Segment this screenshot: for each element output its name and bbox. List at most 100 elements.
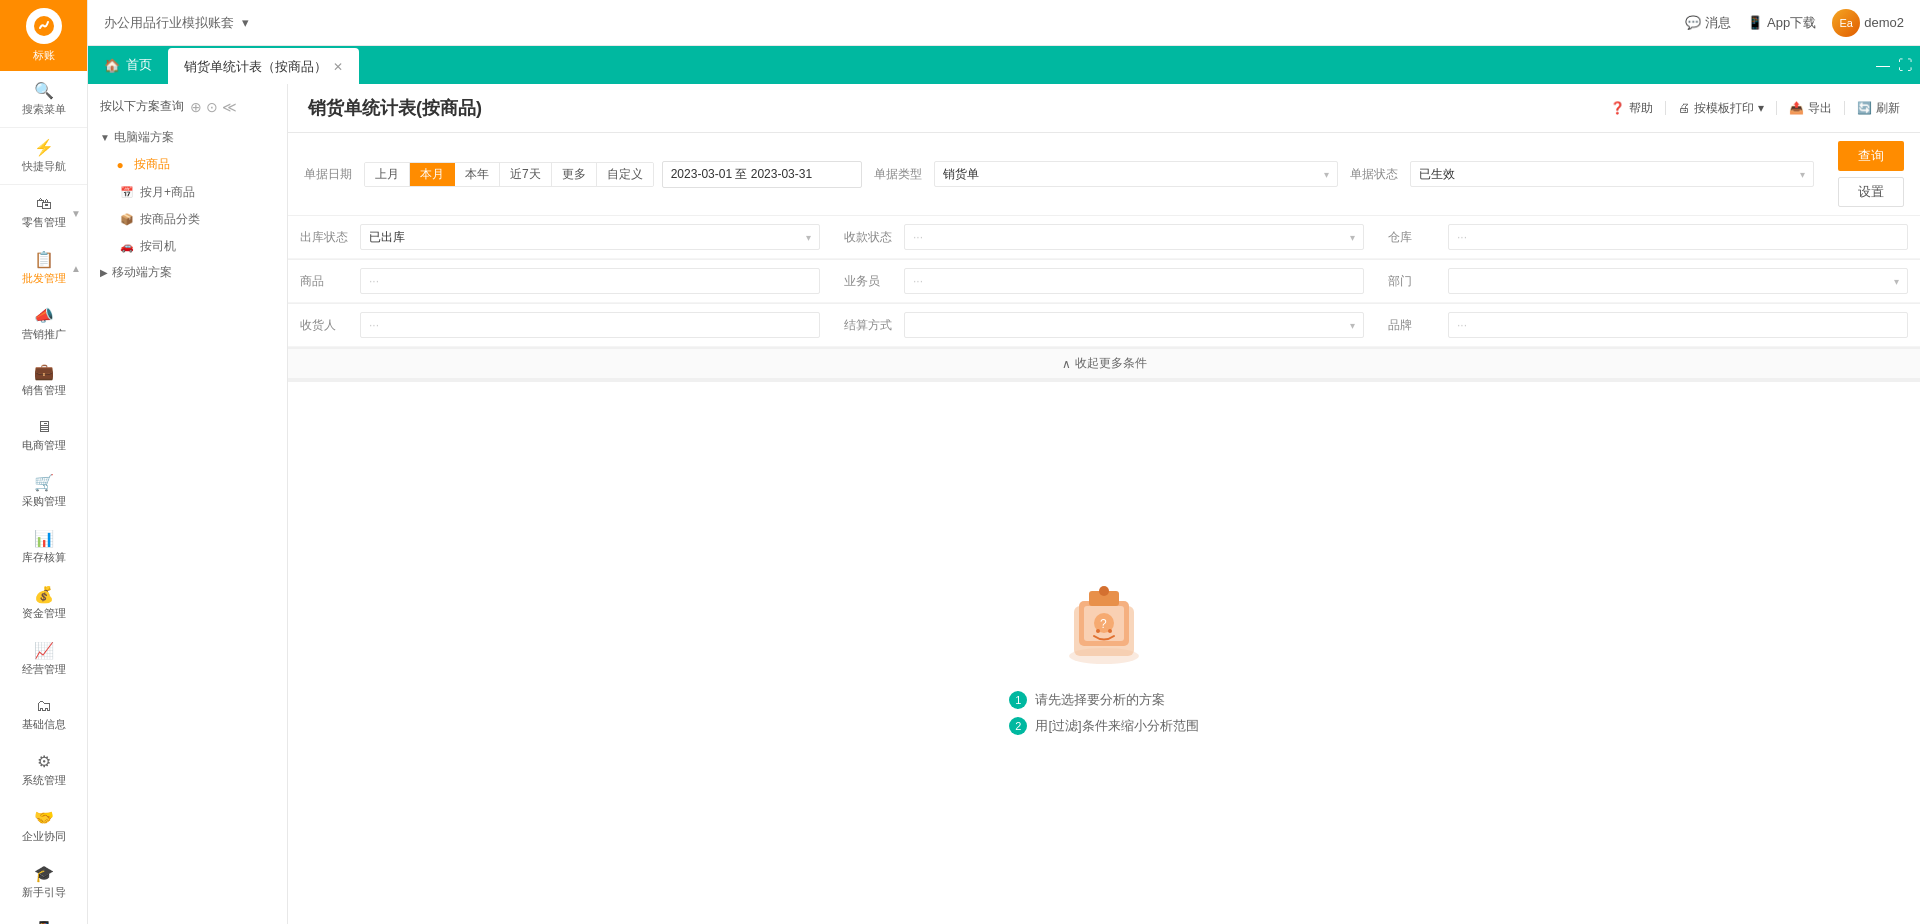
sidebar-item-operations[interactable]: 📈 经营管理 [0, 631, 87, 687]
date-this-month[interactable]: 本月 [410, 163, 455, 186]
user-name: demo2 [1864, 15, 1904, 30]
staff-input[interactable]: ··· [904, 268, 1364, 294]
export-btn[interactable]: 📤 导出 [1789, 100, 1832, 117]
divider3 [1844, 101, 1845, 115]
print-dropdown-arrow: ▾ [1758, 101, 1764, 115]
app-download-btn[interactable]: 📱 App下载 [1747, 14, 1816, 32]
sales-icon: 💼 [34, 362, 54, 381]
date-last-month[interactable]: 上月 [365, 163, 410, 186]
date-this-year[interactable]: 本年 [455, 163, 500, 186]
guide-icon: 🎓 [34, 864, 54, 883]
sidebar-item-retail[interactable]: 🛍 零售管理 ▼ [0, 185, 87, 240]
inventory-icon: 📊 [34, 529, 54, 548]
mobile-section-title[interactable]: ▶ 移动端方案 [88, 260, 287, 285]
staff-dots: ··· [913, 274, 923, 288]
sidebar-item-guide[interactable]: 🎓 新手引导 [0, 854, 87, 910]
user-menu[interactable]: Ea demo2 [1832, 9, 1904, 37]
ecommerce-label: 电商管理 [22, 438, 66, 453]
help-btn[interactable]: ❓ 帮助 [1610, 100, 1653, 117]
doc-type-select[interactable]: 销货单 ▾ [934, 161, 1338, 187]
tab-maximize-btn[interactable]: ⛶ [1898, 57, 1912, 73]
dept-arrow: ▾ [1894, 276, 1899, 287]
sidebar-item-finance[interactable]: 💰 资金管理 [0, 575, 87, 631]
tab-close-btn[interactable]: ✕ [333, 60, 343, 74]
app-logo[interactable]: 标账 [0, 0, 87, 71]
settlement-arrow: ▾ [1350, 320, 1355, 331]
settlement-cell: 结算方式 ▾ [832, 304, 1376, 347]
collapse-btn[interactable]: ∧ 收起更多条件 [288, 348, 1920, 378]
date-7days[interactable]: 近7天 [500, 163, 552, 186]
scheme-item-by-goods[interactable]: ● 按商品 [88, 150, 287, 179]
collapse-arrow-icon: ∧ [1062, 357, 1071, 371]
operations-label: 经营管理 [22, 662, 66, 677]
guide-label: 新手引导 [22, 885, 66, 900]
page-content: 按以下方案查询 ⊕ ⊙ ≪ ▼ 电脑端方案 ● 按商品 📅 按 [88, 84, 1920, 924]
sidebar-item-ecommerce[interactable]: 🖥 电商管理 [0, 408, 87, 463]
settlement-select[interactable]: ▾ [904, 312, 1364, 338]
sidebar-item-wholesale[interactable]: 📋 批发管理 ▲ [0, 240, 87, 296]
pc-section-label: 电脑端方案 [114, 129, 174, 146]
settings-scheme-btn[interactable]: ⊙ [206, 99, 218, 115]
sales-label: 销售管理 [22, 383, 66, 398]
dept-select[interactable]: ▾ [1448, 268, 1908, 294]
receipt-select[interactable]: ··· ▾ [904, 224, 1364, 250]
scheme-sub-item-month-goods[interactable]: 📅 按月+商品 [88, 179, 287, 206]
tab-home[interactable]: 🏠 首页 [88, 46, 168, 84]
sidebar-item-inventory[interactable]: 📊 库存核算 [0, 519, 87, 575]
staff-label: 业务员 [844, 273, 896, 290]
step-2-text: 用[过滤]条件来缩小分析范围 [1035, 717, 1198, 735]
by-goods-label: 按商品 [134, 156, 170, 173]
dropdown-arrow[interactable]: ▾ [242, 15, 249, 30]
add-scheme-btn[interactable]: ⊕ [190, 99, 202, 115]
brand-dots: ··· [1457, 318, 1467, 332]
scheme-header-icons: ⊕ ⊙ ≪ [190, 99, 237, 115]
tab-minimize-btn[interactable]: — [1876, 57, 1890, 73]
divider2 [1776, 101, 1777, 115]
query-btn[interactable]: 查询 [1838, 141, 1904, 171]
wholesale-arrow: ▲ [71, 263, 81, 274]
calendar-icon: 📅 [120, 186, 134, 199]
date-more[interactable]: 更多 [552, 163, 597, 186]
divider1 [1665, 101, 1666, 115]
search-menu[interactable]: 🔍 搜索菜单 [0, 71, 87, 128]
brand-cell: 品牌 ··· [1376, 304, 1920, 347]
message-btn[interactable]: 💬 消息 [1685, 14, 1731, 32]
sidebar-item-marketing[interactable]: 📣 营销推广 [0, 296, 87, 352]
marketing-icon: 📣 [34, 306, 54, 325]
empty-steps: 1 请先选择要分析的方案 2 用[过滤]条件来缩小分析范围 [1009, 691, 1198, 735]
tab-home-label: 首页 [126, 56, 152, 74]
collapse-scheme-btn[interactable]: ≪ [222, 99, 237, 115]
sidebar-item-appstore[interactable]: 📱 应用中心 [0, 910, 87, 924]
scheme-sub-item-driver[interactable]: 🚗 按司机 [88, 233, 287, 260]
tab-sales-report[interactable]: 销货单统计表（按商品） ✕ [168, 48, 359, 86]
dept-label: 部门 [1388, 273, 1440, 290]
receiver-input[interactable]: ··· [360, 312, 820, 338]
topbar-right: 💬 消息 📱 App下载 Ea demo2 [1685, 9, 1904, 37]
date-custom[interactable]: 自定义 [597, 163, 653, 186]
sidebar-item-system[interactable]: ⚙ 系统管理 [0, 742, 87, 798]
sidebar-item-collab[interactable]: 🤝 企业协同 [0, 798, 87, 854]
refresh-btn[interactable]: 🔄 刷新 [1857, 100, 1900, 117]
svg-point-9 [1096, 629, 1100, 633]
scheme-sub-item-category[interactable]: 📦 按商品分类 [88, 206, 287, 233]
goods-input[interactable]: ··· [360, 268, 820, 294]
warehouse-select[interactable]: 已出库 ▾ [360, 224, 820, 250]
template-print-btn[interactable]: 🖨 按模板打印 ▾ [1678, 100, 1764, 117]
brand-input[interactable]: ··· [1448, 312, 1908, 338]
month-goods-label: 按月+商品 [140, 184, 195, 201]
sidebar-item-basic[interactable]: 🗂 基础信息 [0, 687, 87, 742]
doc-type-arrow: ▾ [1324, 169, 1329, 180]
pc-section-arrow: ▼ [100, 132, 110, 143]
avatar: Ea [1832, 9, 1860, 37]
sidebar-item-sales[interactable]: 💼 销售管理 [0, 352, 87, 408]
finance-label: 资金管理 [22, 606, 66, 621]
inventory-label: 库存核算 [22, 550, 66, 565]
date-range-input[interactable]: 2023-03-01 至 2023-03-31 [662, 161, 862, 188]
sidebar-item-purchase[interactable]: 🛒 采购管理 [0, 463, 87, 519]
quick-nav[interactable]: ⚡ 快捷导航 [0, 128, 87, 185]
pc-section-title[interactable]: ▼ 电脑端方案 [88, 125, 287, 150]
refresh-icon: 🔄 [1857, 101, 1872, 115]
doc-status-select[interactable]: 已生效 ▾ [1410, 161, 1814, 187]
warehouse2-select[interactable]: ··· [1448, 224, 1908, 250]
settings-btn[interactable]: 设置 [1838, 177, 1904, 207]
